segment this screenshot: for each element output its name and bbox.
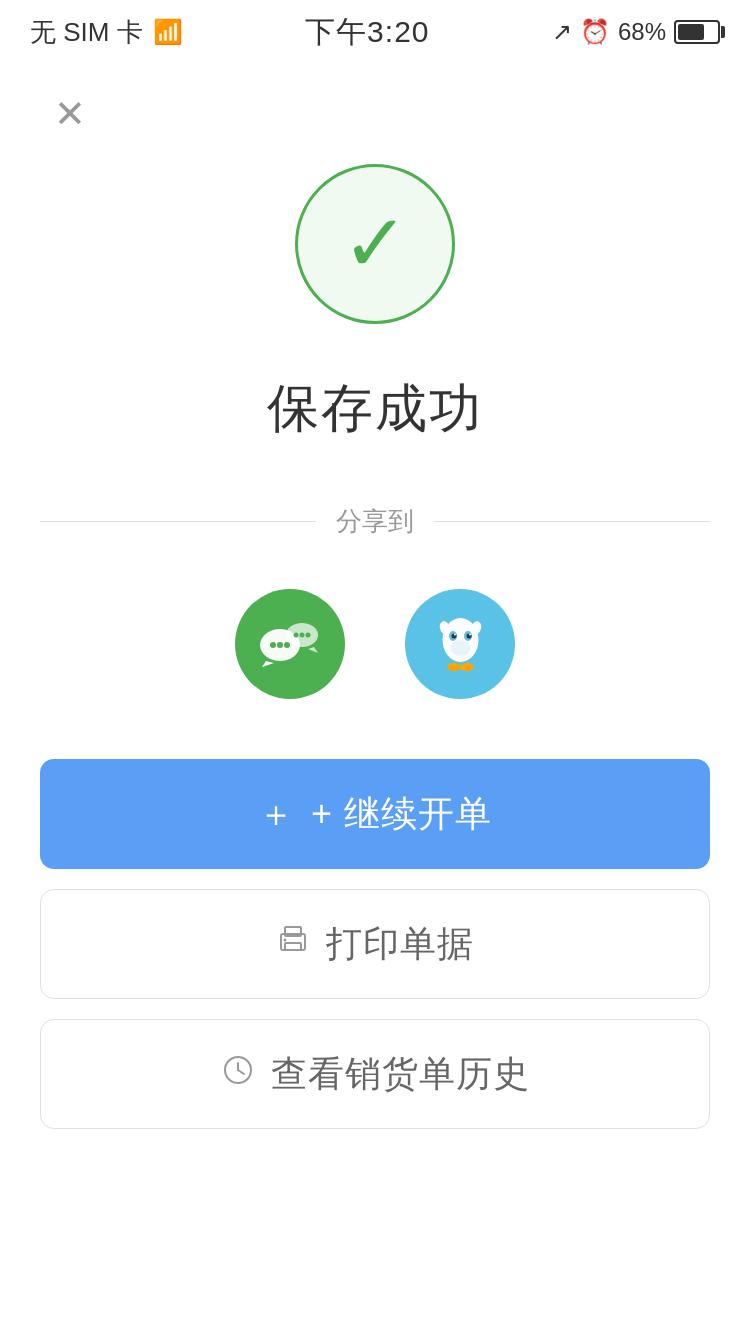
wechat-share-button[interactable] [235, 589, 345, 699]
checkmark-icon: ✓ [342, 204, 409, 284]
share-divider: 分享到 [40, 504, 710, 539]
battery-icon [674, 20, 720, 44]
success-icon-circle: ✓ [295, 164, 455, 324]
svg-point-6 [299, 632, 304, 637]
svg-point-16 [450, 640, 470, 656]
continue-label: + 继续开单 [311, 790, 492, 839]
svg-rect-23 [285, 943, 301, 950]
print-icon [276, 923, 310, 965]
status-time: 下午3:20 [305, 12, 429, 53]
location-icon: ↗ [552, 18, 572, 46]
qq-icon [433, 612, 488, 677]
no-sim-label: 无 SIM 卡 [30, 15, 143, 50]
wifi-icon: 📶 [153, 18, 183, 46]
svg-point-2 [277, 642, 283, 648]
svg-point-11 [454, 633, 456, 635]
battery-percent: 68% [618, 18, 666, 46]
svg-point-19 [447, 663, 461, 671]
share-label: 分享到 [316, 504, 434, 539]
share-icons [40, 589, 710, 699]
close-button[interactable]: ✕ [40, 84, 100, 144]
main-content: ✕ ✓ 保存成功 分享到 [0, 64, 750, 1129]
svg-point-20 [460, 663, 474, 671]
svg-point-5 [293, 632, 298, 637]
svg-point-1 [270, 642, 276, 648]
battery-fill [678, 24, 704, 40]
action-buttons: ＋ + 继续开单 打印单据 [40, 759, 710, 1129]
history-label: 查看销货单历史 [271, 1050, 530, 1099]
success-title: 保存成功 [267, 374, 483, 444]
status-left: 无 SIM 卡 📶 [30, 15, 183, 50]
svg-point-7 [305, 632, 310, 637]
history-button[interactable]: 查看销货单历史 [40, 1019, 710, 1129]
print-button[interactable]: 打印单据 [40, 889, 710, 999]
status-right: ↗ ⏰ 68% [552, 18, 720, 46]
svg-point-3 [284, 642, 290, 648]
qq-share-button[interactable] [405, 589, 515, 699]
alarm-icon: ⏰ [580, 18, 610, 46]
share-section: 分享到 [40, 504, 710, 699]
svg-point-24 [284, 939, 287, 942]
print-label: 打印单据 [326, 920, 474, 969]
continue-button[interactable]: ＋ + 继续开单 [40, 759, 710, 869]
plus-icon: ＋ [258, 790, 295, 839]
status-bar: 无 SIM 卡 📶 下午3:20 ↗ ⏰ 68% [0, 0, 750, 64]
wechat-icon [258, 617, 323, 672]
history-icon [221, 1053, 255, 1095]
svg-point-14 [469, 633, 471, 635]
svg-line-27 [238, 1070, 244, 1074]
close-icon: ✕ [54, 95, 86, 133]
